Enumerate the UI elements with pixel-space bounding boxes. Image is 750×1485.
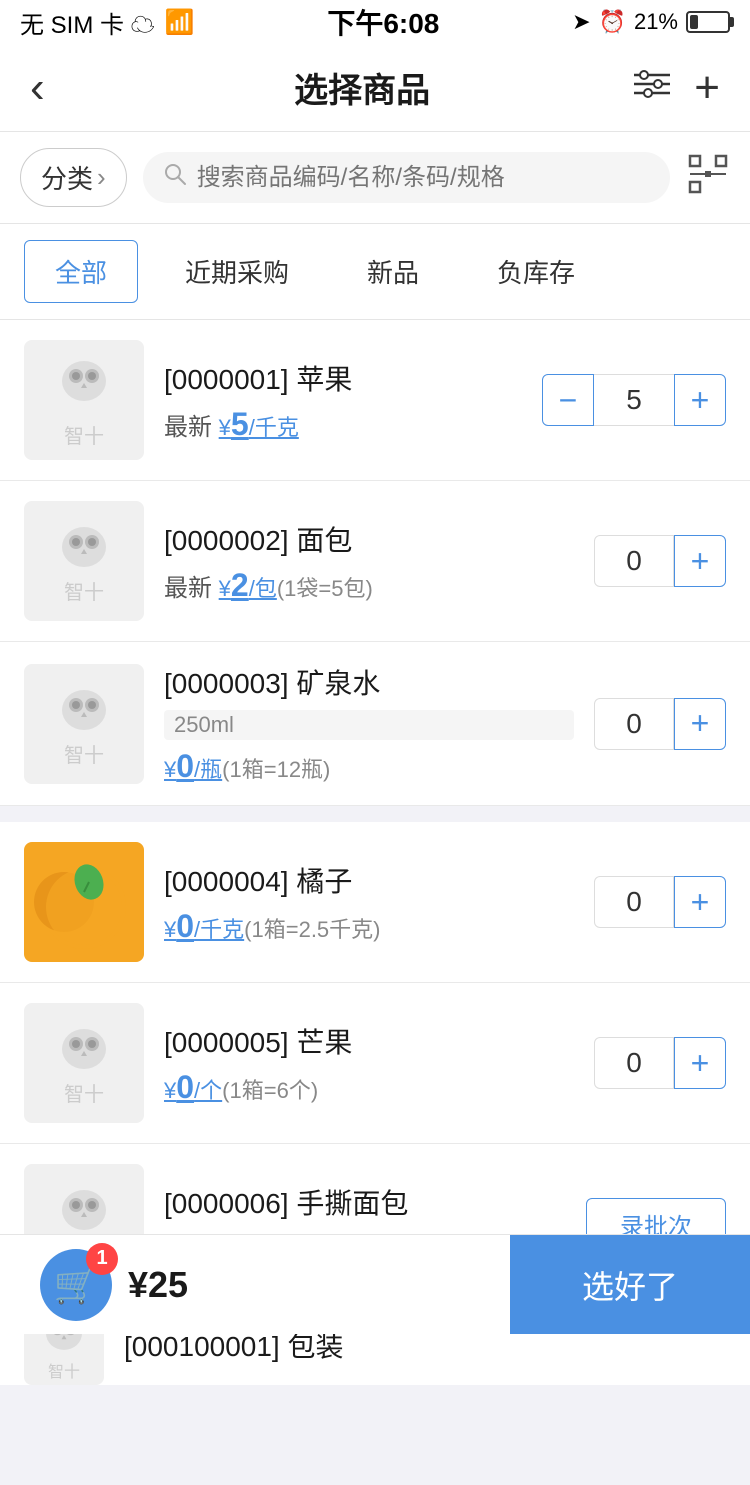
status-right: ➤ ⏰ 21% — [572, 9, 730, 35]
product-price: ¥0/个(1箱=6个) — [164, 1069, 574, 1106]
quantity-control: + — [594, 535, 726, 587]
product-info: [0000003] 矿泉水 250ml ¥0/瓶(1箱=12瓶) — [164, 662, 574, 785]
product-price: ¥0/千克(1箱=2.5千克) — [164, 908, 574, 945]
bottom-bar: 🛒 1 ¥25 选好了 — [0, 1234, 750, 1334]
product-item: 智十 [0000001] 苹果 最新 ¥5/千克 − + — [0, 320, 750, 481]
tab-all[interactable]: 全部 — [24, 240, 138, 303]
product-image — [24, 842, 144, 962]
search-box — [143, 152, 670, 203]
quantity-control: + — [594, 1037, 726, 1089]
product-image: 智十 — [24, 340, 144, 460]
product-info: [0000005] 芒果 ¥0/个(1箱=6个) — [164, 1021, 574, 1106]
quantity-plus-button[interactable]: + — [674, 535, 726, 587]
category-button[interactable]: 分类 › — [20, 148, 127, 207]
product-price: ¥0/瓶(1箱=12瓶) — [164, 748, 574, 785]
product-name: [0000006] 手撕面包 — [164, 1182, 566, 1222]
no-sim-label: 无 SIM 卡 ☁ — [20, 5, 155, 40]
cart-icon-wrap[interactable]: 🛒 1 — [40, 1249, 112, 1321]
search-icon — [163, 162, 187, 193]
quantity-minus-button[interactable]: − — [542, 374, 594, 426]
nav-bar: ‹ 选择商品 + — [0, 44, 750, 132]
product-spec: 250ml — [164, 710, 574, 740]
product-image: 智十 — [24, 501, 144, 621]
product-item: 智十 [0000005] 芒果 ¥0/个(1箱=6个) + — [0, 983, 750, 1144]
alarm-icon: ⏰ — [599, 9, 626, 35]
product-image: 智十 — [24, 1003, 144, 1123]
product-name: [0000002] 面包 — [164, 519, 574, 559]
cart-area: 🛒 1 ¥25 — [0, 1249, 510, 1321]
product-info: [0000002] 面包 最新 ¥2/包(1袋=5包) — [164, 519, 574, 604]
back-button[interactable]: ‹ — [30, 63, 90, 113]
quantity-input[interactable] — [594, 374, 674, 426]
product-price: 最新 ¥5/千克 — [164, 406, 522, 443]
product-name: [0000003] 矿泉水 — [164, 662, 574, 702]
location-icon: ➤ — [572, 9, 590, 35]
product-image: 智十 — [24, 664, 144, 784]
product-name: [0000005] 芒果 — [164, 1021, 574, 1061]
product-item: 智十 [0000002] 面包 最新 ¥2/包(1袋=5包) + — [0, 481, 750, 642]
quantity-control: + — [594, 876, 726, 928]
status-bar: 无 SIM 卡 ☁ 📶 下午6:08 ➤ ⏰ 21% — [0, 0, 750, 44]
quantity-control: + — [594, 698, 726, 750]
filter-row: 分类 › — [0, 132, 750, 224]
product-name: [0000004] 橘子 — [164, 860, 574, 900]
quantity-input[interactable] — [594, 535, 674, 587]
battery-icon — [686, 11, 730, 33]
product-price: 最新 ¥2/包(1袋=5包) — [164, 567, 574, 604]
tab-recent[interactable]: 近期采购 — [154, 240, 320, 303]
quantity-input[interactable] — [594, 876, 674, 928]
product-info: [0000004] 橘子 ¥0/千克(1箱=2.5千克) — [164, 860, 574, 945]
tab-new[interactable]: 新品 — [336, 240, 450, 303]
product-item: 智十 [0000003] 矿泉水 250ml ¥0/瓶(1箱=12瓶) + — [0, 642, 750, 806]
scan-icon[interactable] — [686, 154, 730, 202]
tab-bar: 全部 近期采购 新品 负库存 — [0, 224, 750, 320]
page-title: 选择商品 — [294, 63, 430, 112]
cart-total: ¥25 — [128, 1264, 188, 1306]
search-input[interactable] — [197, 164, 650, 192]
add-button[interactable]: + — [694, 63, 720, 113]
owl-icon — [54, 351, 114, 416]
quantity-input[interactable] — [594, 698, 674, 750]
product-name: [0000001] 苹果 — [164, 358, 522, 398]
tab-negative[interactable]: 负库存 — [466, 240, 606, 303]
quantity-plus-button[interactable]: + — [674, 374, 726, 426]
confirm-button[interactable]: 选好了 — [510, 1235, 750, 1334]
chevron-right-icon: › — [97, 162, 106, 193]
quantity-plus-button[interactable]: + — [674, 698, 726, 750]
quantity-control: − + — [542, 374, 726, 426]
quantity-plus-button[interactable]: + — [674, 1037, 726, 1089]
battery-percent: 21% — [634, 9, 678, 35]
nav-actions: + — [634, 63, 720, 113]
status-left: 无 SIM 卡 ☁ 📶 — [20, 5, 195, 40]
wifi-icon: 📶 — [165, 8, 195, 37]
status-time: 下午6:08 — [327, 2, 439, 42]
product-info: [0000001] 苹果 最新 ¥5/千克 — [164, 358, 522, 443]
filter-icon[interactable] — [634, 69, 670, 107]
product-item: [0000004] 橘子 ¥0/千克(1箱=2.5千克) + — [0, 822, 750, 983]
quantity-plus-button[interactable]: + — [674, 876, 726, 928]
quantity-input[interactable] — [594, 1037, 674, 1089]
cart-badge: 1 — [86, 1243, 118, 1275]
